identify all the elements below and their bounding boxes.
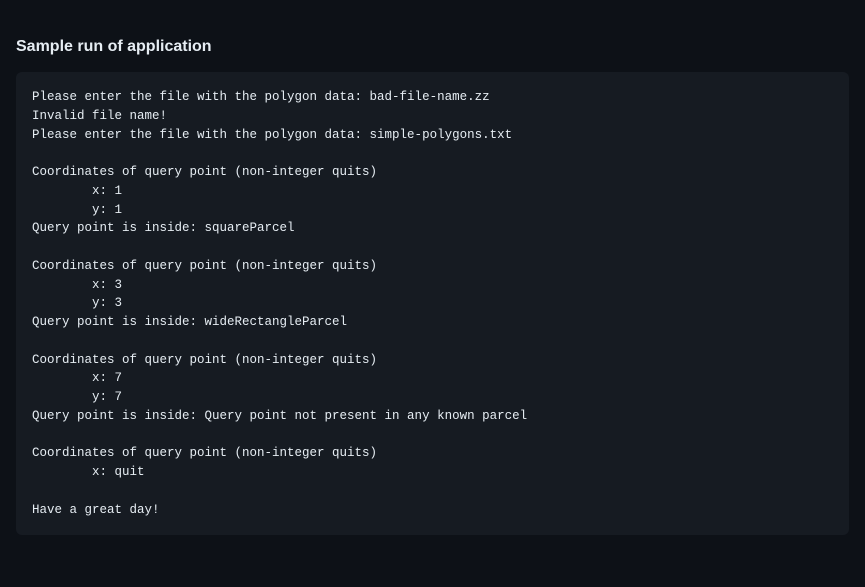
code-content: Please enter the file with the polygon d…	[32, 88, 833, 519]
code-block: Please enter the file with the polygon d…	[16, 72, 849, 535]
section-heading: Sample run of application	[16, 38, 849, 56]
